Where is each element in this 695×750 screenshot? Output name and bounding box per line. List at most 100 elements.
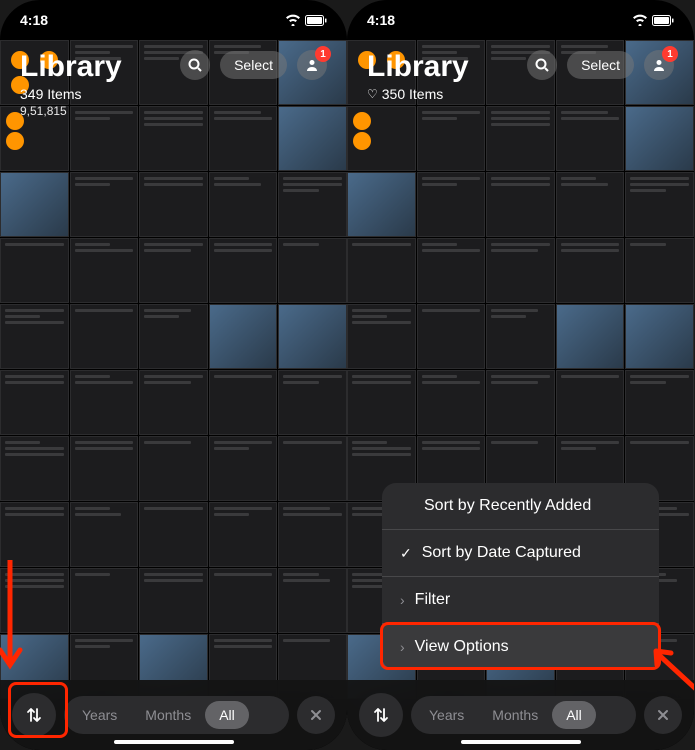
thumbnail[interactable] bbox=[347, 238, 416, 303]
search-button[interactable] bbox=[527, 50, 557, 80]
thumbnail[interactable] bbox=[209, 568, 278, 633]
thumbnail[interactable] bbox=[347, 304, 416, 369]
item-count: 349 Items bbox=[20, 86, 122, 102]
thumbnail[interactable] bbox=[70, 238, 139, 303]
thumbnail[interactable] bbox=[417, 172, 486, 237]
search-icon bbox=[535, 58, 549, 72]
segment-years[interactable]: Years bbox=[68, 701, 131, 729]
thumbnail[interactable] bbox=[625, 238, 694, 303]
thumbnail[interactable] bbox=[0, 568, 69, 633]
sort-button[interactable] bbox=[12, 693, 56, 737]
thumbnail[interactable] bbox=[70, 304, 139, 369]
page-title: Library bbox=[20, 50, 122, 84]
menu-filter[interactable]: › Filter bbox=[382, 577, 659, 624]
thumbnail[interactable] bbox=[556, 106, 625, 171]
segment-all[interactable]: All bbox=[552, 701, 596, 729]
segment-years[interactable]: Years bbox=[415, 701, 478, 729]
thumbnail[interactable] bbox=[70, 436, 139, 501]
thumbnail[interactable] bbox=[139, 436, 208, 501]
thumbnail[interactable] bbox=[347, 106, 416, 171]
thumbnail[interactable] bbox=[556, 304, 625, 369]
status-icons bbox=[285, 14, 327, 26]
thumbnail[interactable] bbox=[139, 304, 208, 369]
thumbnail[interactable] bbox=[625, 172, 694, 237]
thumbnail[interactable] bbox=[139, 172, 208, 237]
thumbnail[interactable] bbox=[209, 370, 278, 435]
header-actions: Select 1 bbox=[527, 50, 674, 80]
thumbnail[interactable] bbox=[486, 304, 555, 369]
header-actions: Select 1 bbox=[180, 50, 327, 80]
thumbnail[interactable] bbox=[486, 238, 555, 303]
segment-months[interactable]: Months bbox=[131, 701, 205, 729]
menu-sort-recent[interactable]: Sort by Recently Added bbox=[382, 483, 659, 530]
sort-arrows-icon bbox=[372, 706, 390, 724]
heart-icon: ♡ bbox=[367, 87, 378, 101]
thumbnail[interactable] bbox=[486, 172, 555, 237]
thumbnail[interactable] bbox=[278, 304, 347, 369]
menu-view-options[interactable]: › View Options bbox=[382, 624, 659, 670]
thumbnail[interactable] bbox=[139, 238, 208, 303]
sort-button[interactable] bbox=[359, 693, 403, 737]
thumbnail[interactable] bbox=[0, 502, 69, 567]
thumbnail[interactable] bbox=[556, 238, 625, 303]
thumbnail[interactable] bbox=[278, 502, 347, 567]
thumbnail[interactable] bbox=[209, 238, 278, 303]
thumbnail[interactable] bbox=[556, 370, 625, 435]
thumbnail[interactable] bbox=[278, 238, 347, 303]
header: Library ♡ 350 Items Select 1 bbox=[347, 40, 694, 112]
thumbnail[interactable] bbox=[139, 370, 208, 435]
thumbnail[interactable] bbox=[417, 370, 486, 435]
thumbnail[interactable] bbox=[70, 568, 139, 633]
segment-all[interactable]: All bbox=[205, 701, 249, 729]
menu-sort-date[interactable]: ✓ Sort by Date Captured bbox=[382, 530, 659, 577]
thumbnail[interactable] bbox=[625, 106, 694, 171]
thumbnail[interactable] bbox=[0, 172, 69, 237]
thumbnail[interactable] bbox=[70, 172, 139, 237]
time: 4:18 bbox=[367, 12, 395, 28]
thumbnail[interactable] bbox=[0, 304, 69, 369]
sub-count: 9,51,815 bbox=[20, 104, 122, 118]
thumbnail[interactable] bbox=[0, 370, 69, 435]
close-button[interactable] bbox=[644, 696, 682, 734]
profile-button[interactable]: 1 bbox=[644, 50, 674, 80]
wifi-icon bbox=[632, 14, 648, 26]
profile-button[interactable]: 1 bbox=[297, 50, 327, 80]
thumbnail[interactable] bbox=[278, 568, 347, 633]
thumbnail[interactable] bbox=[556, 172, 625, 237]
thumbnail[interactable] bbox=[209, 172, 278, 237]
thumbnail[interactable] bbox=[209, 304, 278, 369]
thumbnail[interactable] bbox=[0, 238, 69, 303]
select-button[interactable]: Select bbox=[220, 51, 287, 79]
close-button[interactable] bbox=[297, 696, 335, 734]
thumbnail[interactable] bbox=[347, 172, 416, 237]
check-icon: ✓ bbox=[400, 545, 412, 562]
sort-menu: Sort by Recently Added ✓ Sort by Date Ca… bbox=[382, 483, 659, 670]
thumbnail[interactable] bbox=[486, 106, 555, 171]
home-indicator[interactable] bbox=[461, 740, 581, 744]
thumbnail[interactable] bbox=[209, 436, 278, 501]
thumbnail[interactable] bbox=[70, 502, 139, 567]
close-icon bbox=[657, 709, 669, 721]
wifi-icon bbox=[285, 14, 301, 26]
thumbnail[interactable] bbox=[486, 370, 555, 435]
thumbnail[interactable] bbox=[209, 502, 278, 567]
chevron-right-icon: › bbox=[400, 639, 405, 655]
thumbnail[interactable] bbox=[625, 304, 694, 369]
thumbnail[interactable] bbox=[278, 172, 347, 237]
select-button[interactable]: Select bbox=[567, 51, 634, 79]
thumbnail[interactable] bbox=[347, 370, 416, 435]
thumbnail[interactable] bbox=[70, 370, 139, 435]
header-left: Library ♡ 350 Items bbox=[367, 50, 469, 102]
thumbnail[interactable] bbox=[139, 502, 208, 567]
thumbnail[interactable] bbox=[417, 106, 486, 171]
thumbnail[interactable] bbox=[278, 370, 347, 435]
home-indicator[interactable] bbox=[114, 740, 234, 744]
thumbnail[interactable] bbox=[417, 304, 486, 369]
segment-months[interactable]: Months bbox=[478, 701, 552, 729]
search-button[interactable] bbox=[180, 50, 210, 80]
thumbnail[interactable] bbox=[625, 370, 694, 435]
thumbnail[interactable] bbox=[278, 436, 347, 501]
thumbnail[interactable] bbox=[417, 238, 486, 303]
thumbnail[interactable] bbox=[139, 568, 208, 633]
thumbnail[interactable] bbox=[0, 436, 69, 501]
